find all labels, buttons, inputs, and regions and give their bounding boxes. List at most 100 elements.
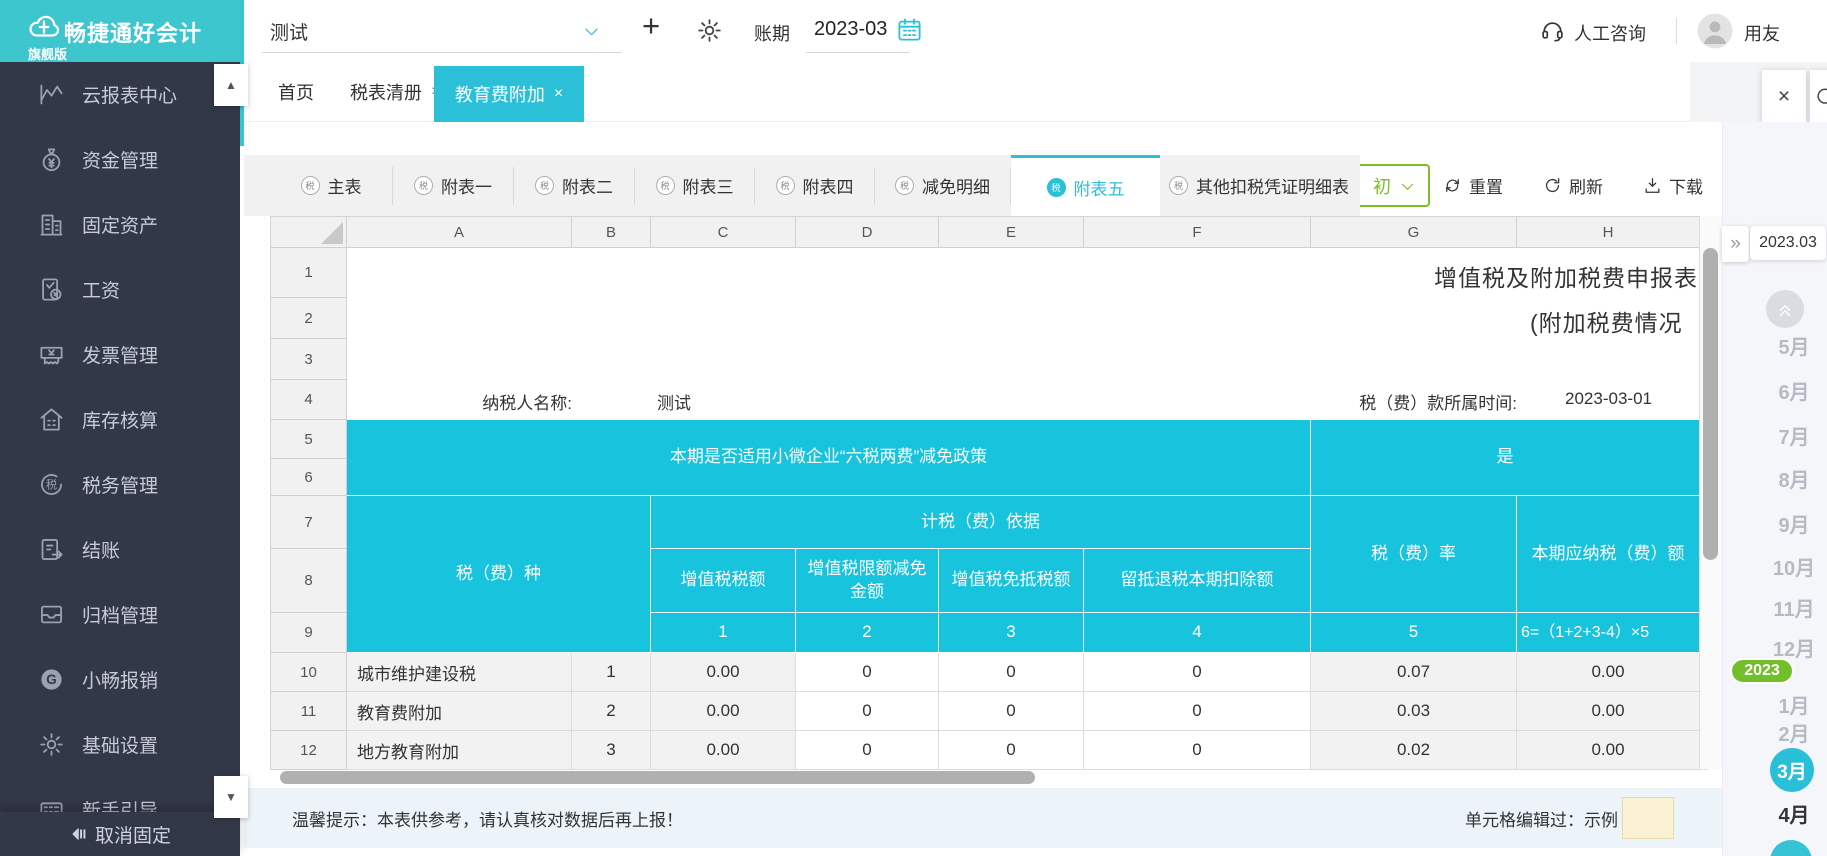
rail-scroll-up-button[interactable] — [1766, 290, 1804, 328]
topbar-divider — [1676, 18, 1677, 44]
sidebar-item-fixed-assets[interactable]: 固定资产 — [0, 192, 240, 257]
tip-bar: 温馨提示：本表供参考，请认真核对数据后再上报！ 单元格编辑过：示例 — [244, 788, 1722, 848]
sidebar-item-archive[interactable]: 归档管理 — [0, 582, 240, 647]
refresh-tabs-button[interactable] — [1810, 70, 1827, 124]
sheet-tab-annex4[interactable]: 税附表四 — [755, 166, 875, 205]
month-item-jun[interactable]: 6月 — [1760, 376, 1827, 405]
cell-credit-deduct[interactable]: 0 — [1084, 653, 1311, 692]
reset-button[interactable]: 重置 — [1443, 155, 1503, 216]
sheet-tab-annex1[interactable]: 税附表一 — [393, 166, 514, 205]
month-item-nov[interactable]: 11月 — [1760, 593, 1827, 622]
col-header-e: E — [939, 217, 1084, 248]
download-button[interactable]: 下载 — [1643, 155, 1703, 216]
support-link[interactable]: 人工咨询 — [1574, 20, 1646, 46]
sidebar-item-tax[interactable]: 税 税务管理 — [0, 452, 240, 517]
month-item-feb[interactable]: 2月 — [1760, 718, 1827, 747]
reset-icon — [1446, 179, 1459, 192]
cell-vat-limit[interactable]: 0 — [796, 653, 939, 692]
close-tab-icon[interactable]: × — [554, 85, 563, 103]
tab-home[interactable]: 首页 — [278, 62, 314, 122]
chevron-down-icon[interactable] — [582, 22, 601, 41]
cell-vat-exempt[interactable]: 0 — [939, 692, 1084, 731]
sheet-tab-annex3[interactable]: 税附表三 — [635, 166, 755, 205]
building-icon — [38, 211, 65, 238]
account-underline — [262, 52, 622, 53]
cell-vat-amount: 0.00 — [651, 692, 796, 731]
add-account-button[interactable]: + — [642, 8, 660, 44]
refresh-partial-icon — [1817, 88, 1827, 104]
expand-panel-handle[interactable]: » — [1722, 226, 1749, 262]
col-header-f: F — [1084, 217, 1311, 248]
calendar-icon[interactable] — [896, 16, 923, 43]
cell-vat-limit[interactable]: 0 — [796, 731, 939, 770]
horizontal-scrollbar-thumb[interactable] — [280, 771, 1035, 784]
cell-credit-deduct[interactable]: 0 — [1084, 731, 1311, 770]
sheet-tab-annex5-active[interactable]: 税附表五 — [1011, 155, 1160, 216]
row-header: 10 — [271, 653, 347, 692]
sidebar-item-invoices[interactable]: 发票管理 — [0, 322, 240, 387]
settings-gear-icon[interactable] — [696, 17, 723, 44]
tab-education-surcharge[interactable]: 教育费附加 × — [434, 66, 584, 122]
cell-vat-exempt[interactable]: 0 — [939, 731, 1084, 770]
sidebar-item-settings[interactable]: 基础设置 — [0, 712, 240, 777]
month-item-jan[interactable]: 1月 — [1760, 690, 1827, 719]
policy-question-cell: 本期是否适用小微企业“六税两费”减免政策 — [347, 420, 1311, 496]
month-item-apr[interactable]: 4月 — [1760, 799, 1827, 828]
month-item-sep[interactable]: 9月 — [1760, 509, 1827, 538]
triangle-down-icon: ▼ — [225, 790, 237, 804]
taxpayer-label: 纳税人名称: — [482, 394, 572, 413]
sidebar-scroll-down-button[interactable]: ▼ — [214, 776, 248, 818]
period-label: 账期 — [754, 24, 790, 44]
cell-credit-deduct[interactable]: 0 — [1084, 692, 1311, 731]
sidebar-item-expense[interactable]: G 小畅报销 — [0, 647, 240, 712]
vertical-scrollbar-thumb[interactable] — [1703, 248, 1718, 560]
sidebar-item-cloud-reports[interactable]: 云报表中心 — [0, 62, 240, 127]
month-item-oct[interactable]: 10月 — [1760, 552, 1827, 581]
tab-label: 税表清册 — [350, 83, 422, 103]
header-vat-limit: 增值税限额减免金额 — [796, 549, 939, 613]
headset-icon[interactable] — [1540, 18, 1565, 43]
select-all-corner — [271, 217, 347, 248]
sidebar-item-payroll[interactable]: 工资 — [0, 257, 240, 322]
collapse-left-icon — [72, 828, 86, 840]
sidebar-item-funds[interactable]: 资金管理 — [0, 127, 240, 192]
sheet-tab-other-vouchers[interactable]: 税其他扣税凭证明细表 — [1160, 167, 1358, 205]
unpin-sidebar-button[interactable]: 取消固定 — [0, 812, 240, 856]
tax-period-value: 2023-03-01 — [1565, 389, 1652, 408]
gear-icon — [38, 731, 65, 758]
header-rate: 税（费）率 — [1311, 496, 1517, 613]
double-chevron-up-icon — [1779, 305, 1791, 317]
month-item-mar-active[interactable]: 3月 — [1770, 748, 1814, 792]
sidebar-item-label: 税务管理 — [82, 476, 159, 497]
header-vat-amount: 增值税税额 — [651, 549, 796, 613]
cell-row-no: 1 — [572, 653, 651, 692]
month-item-aug[interactable]: 8月 — [1760, 464, 1827, 493]
month-item-may[interactable]: 5月 — [1760, 331, 1827, 360]
cell-vat-exempt[interactable]: 0 — [939, 653, 1084, 692]
period-value[interactable]: 2023-03 — [814, 18, 887, 41]
close-all-tabs-button[interactable]: × — [1762, 70, 1806, 124]
col-index-2: 2 — [796, 613, 939, 653]
avatar[interactable] — [1696, 12, 1734, 50]
sheet-tab-label: 主表 — [327, 178, 362, 197]
sidebar-item-label: 库存核算 — [82, 411, 159, 432]
account-select[interactable]: 测试 — [270, 18, 308, 45]
sheet-row-title1: 增值税及附加税费申报表附 — [347, 248, 1708, 298]
refresh-button[interactable]: 刷新 — [1543, 155, 1603, 216]
money-bag-icon — [38, 146, 65, 173]
sidebar: 畅捷通好会计 旗舰版 云报表中心 资金管理 固定资产 工资 发票管理 库存核算 … — [0, 0, 240, 856]
month-item-jul[interactable]: 7月 — [1760, 421, 1827, 450]
sidebar-item-closing[interactable]: 结账 — [0, 517, 240, 582]
user-name[interactable]: 用友 — [1744, 20, 1780, 46]
sheet-tab-main[interactable]: 税主表 — [270, 166, 393, 205]
tab-tax-register[interactable]: 税表清册× — [350, 62, 440, 122]
sheet-tab-reduction-detail[interactable]: 税减免明细 — [875, 166, 1011, 205]
sidebar-item-label: 云报表中心 — [82, 86, 178, 107]
row-header: 5 — [271, 420, 347, 459]
edited-cell-swatch — [1622, 797, 1674, 839]
row-header: 2 — [271, 298, 347, 339]
sheet-tab-annex2[interactable]: 税附表二 — [514, 166, 635, 205]
sidebar-item-inventory[interactable]: 库存核算 — [0, 387, 240, 452]
sidebar-scroll-up-button[interactable]: ▲ — [214, 64, 248, 106]
cell-vat-limit[interactable]: 0 — [796, 692, 939, 731]
